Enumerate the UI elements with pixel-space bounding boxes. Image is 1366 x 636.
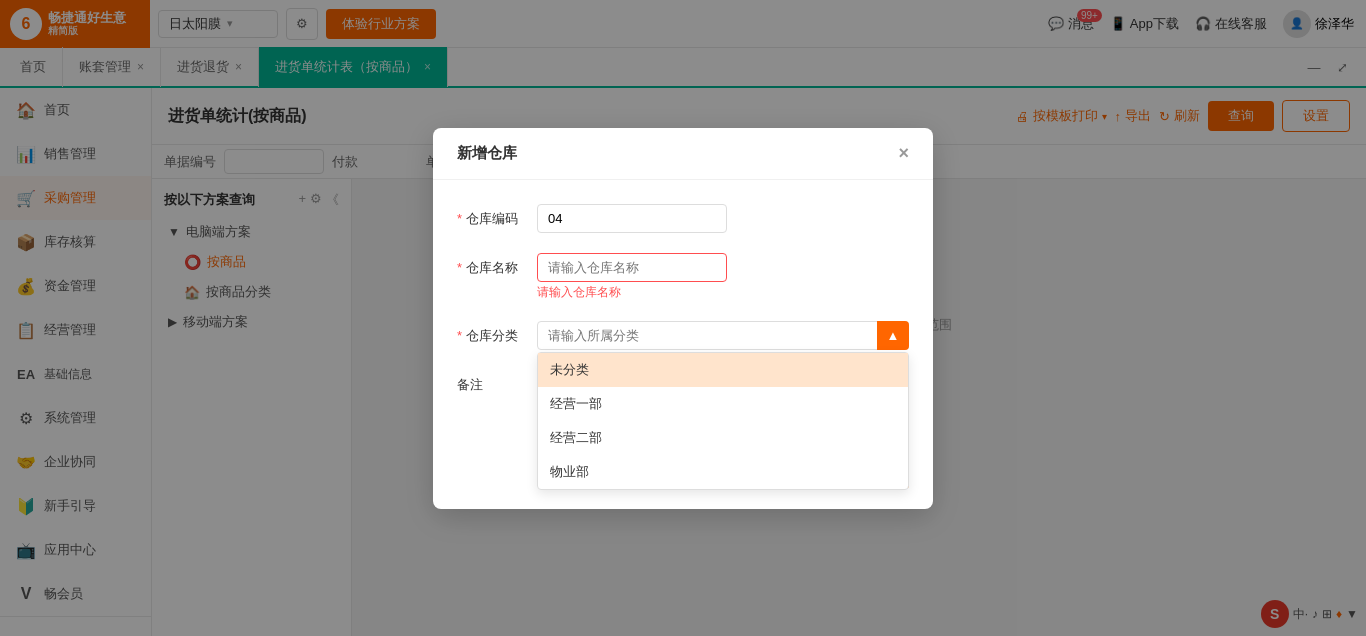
category-field-row: 仓库分类 ▲ 未分类 经营一部 经营二部 物业部 <box>457 321 909 350</box>
modal-overlay: 新增仓库 × 仓库编码 仓库名称 请输入仓库名称 仓库分类 <box>0 0 1366 636</box>
code-field-row: 仓库编码 <box>457 204 909 233</box>
category-toggle-button[interactable]: ▲ <box>877 321 909 350</box>
category-option-0[interactable]: 未分类 <box>538 353 908 387</box>
name-input[interactable] <box>537 253 727 282</box>
name-label: 仓库名称 <box>457 253 537 277</box>
add-warehouse-modal: 新增仓库 × 仓库编码 仓库名称 请输入仓库名称 仓库分类 <box>433 128 933 509</box>
code-label: 仓库编码 <box>457 204 537 228</box>
modal-body: 仓库编码 仓库名称 请输入仓库名称 仓库分类 ▲ <box>433 180 933 443</box>
category-option-1[interactable]: 经营一部 <box>538 387 908 421</box>
category-dropdown: 未分类 经营一部 经营二部 物业部 <box>537 352 909 490</box>
name-input-wrap: 请输入仓库名称 <box>537 253 909 301</box>
category-input[interactable] <box>537 321 909 350</box>
modal-close-button[interactable]: × <box>898 144 909 162</box>
category-option-2[interactable]: 经营二部 <box>538 421 908 455</box>
modal-title: 新增仓库 <box>457 144 517 163</box>
name-field-row: 仓库名称 请输入仓库名称 <box>457 253 909 301</box>
category-option-3[interactable]: 物业部 <box>538 455 908 489</box>
category-label: 仓库分类 <box>457 321 537 345</box>
modal-header: 新增仓库 × <box>433 128 933 180</box>
code-input-wrap <box>537 204 909 233</box>
chevron-up-icon: ▲ <box>887 328 900 343</box>
name-error-message: 请输入仓库名称 <box>537 284 909 301</box>
note-label: 备注 <box>457 370 537 394</box>
category-input-wrap: ▲ 未分类 经营一部 经营二部 物业部 <box>537 321 909 350</box>
code-input[interactable] <box>537 204 727 233</box>
